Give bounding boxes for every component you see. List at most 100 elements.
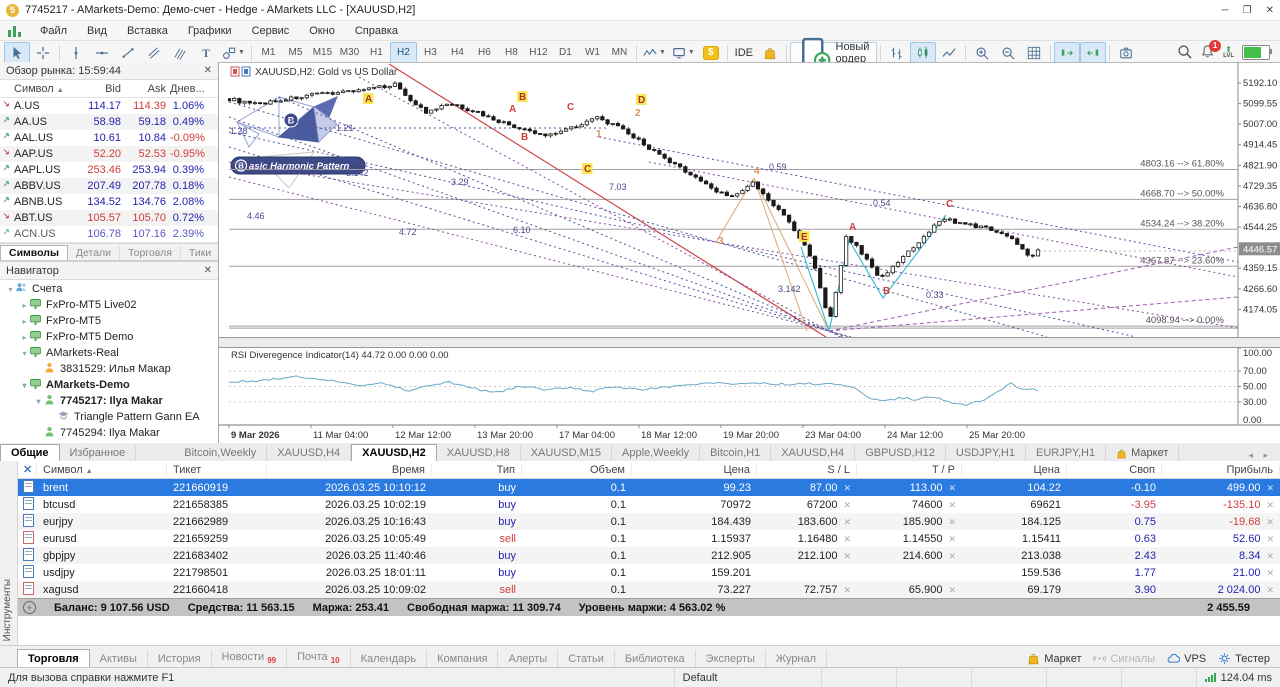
column-header-6[interactable]: S / L	[757, 463, 857, 476]
bottombar-vps-button[interactable]: VPS	[1167, 652, 1206, 665]
market-watch-row-aa.us[interactable]: AA.US 58.98 59.18 0.49%	[0, 114, 218, 130]
chart-tab-apple-weekly-5[interactable]: Apple,Weekly	[612, 445, 701, 461]
close-position-icon[interactable]: ✕	[843, 585, 851, 595]
column-header-10[interactable]: Прибыль	[1162, 463, 1280, 476]
column-header-1[interactable]: Тикет	[167, 463, 267, 476]
vline-tool-button[interactable]	[63, 42, 89, 63]
timeframe-button-d1[interactable]: D1	[552, 42, 579, 63]
column-header-5[interactable]: Цена	[632, 463, 757, 476]
timeframe-button-h2[interactable]: H2	[389, 42, 417, 63]
bottombar-тестер-button[interactable]: Тестер	[1218, 652, 1270, 665]
close-position-icon[interactable]: ✕	[843, 517, 851, 527]
toolbox-tab-новости[interactable]: Новости 99	[212, 647, 288, 667]
chart-tab-xauusd-h2-2[interactable]: XAUUSD,H2	[351, 444, 437, 461]
chart-tab-bitcoin-weekly-0[interactable]: Bitcoin,Weekly	[174, 445, 268, 461]
text-tool-button[interactable]: T	[193, 42, 219, 63]
candles-mode-button[interactable]	[910, 42, 937, 63]
toolbox-tab-алерты[interactable]: Алерты	[498, 650, 559, 667]
timeframe-button-m30[interactable]: M30	[336, 42, 363, 63]
minimize-button[interactable]: ─	[1222, 5, 1229, 16]
zoom-in-button[interactable]	[969, 42, 995, 63]
chart-template-button[interactable]: ▼	[669, 42, 698, 63]
toolbox-tab-компания[interactable]: Компания	[427, 650, 499, 667]
navigator-item[interactable]: ▾ AMarkets-Real	[0, 345, 218, 361]
toolbox-vertical-tab[interactable]: Инструменты	[0, 461, 18, 645]
close-position-icon[interactable]: ✕	[843, 483, 851, 493]
line-mode-button[interactable]	[936, 42, 962, 63]
navigator-item[interactable]: ▾ Счета	[0, 281, 218, 297]
chart-tab-xauusd-h8-3[interactable]: XAUUSD,H8	[437, 445, 521, 461]
close-position-icon[interactable]: ✕	[948, 585, 956, 595]
channel-tool-button[interactable]	[141, 42, 167, 63]
market-watch-row-aap.us[interactable]: AAP.US 52.20 52.53 -0.95%	[0, 146, 218, 162]
tree-expand-icon[interactable]: ▾	[6, 285, 15, 294]
cursor-tool-button[interactable]	[4, 42, 30, 63]
market-watch-header[interactable]: Символ ▲ Bid Ask Днев...	[0, 80, 218, 98]
timeframe-button-m15[interactable]: M15	[309, 42, 336, 63]
close-position-icon[interactable]: ✕	[843, 534, 851, 544]
auto-scroll-button[interactable]	[1080, 42, 1107, 63]
navigator-item[interactable]: ▸ FxPro-MT5	[0, 313, 218, 329]
bottombar-сигналы-button[interactable]: Сигналы	[1093, 652, 1155, 665]
zoom-out-button[interactable]	[995, 42, 1021, 63]
close-position-icon[interactable]: ✕	[1266, 500, 1274, 510]
column-header-3[interactable]: Тип	[432, 463, 522, 476]
indicators-button[interactable]: ▼	[640, 42, 669, 63]
chart-tab-gbpusd-h12-8[interactable]: GBPUSD,H12	[855, 445, 946, 461]
close-position-icon[interactable]: ✕	[843, 551, 851, 561]
market-bag-button[interactable]	[757, 42, 783, 63]
position-row-eurjpy[interactable]: eurjpy 221662989 2026.03.25 10:16:43 buy 0.1…	[17, 513, 1280, 530]
chart-tab-usdjpy-h1-9[interactable]: USDJPY,H1	[946, 445, 1026, 461]
bottombar-маркет-button[interactable]: Маркет	[1027, 652, 1081, 665]
new-order-button[interactable]: Новый ордер	[789, 37, 878, 69]
toolbox-tab-журнал[interactable]: Журнал	[766, 650, 828, 667]
navigator-item[interactable]: Triangle Pattern Gann EA	[0, 409, 218, 425]
tree-expand-icon[interactable]: ▾	[34, 397, 43, 406]
column-header-2[interactable]: Время	[267, 463, 432, 476]
column-header-7[interactable]: T / P	[857, 463, 962, 476]
toolbox-tab-календарь[interactable]: Календарь	[351, 650, 428, 667]
close-position-icon[interactable]: ✕	[1266, 517, 1274, 527]
notifications-bell-icon[interactable]: 1	[1200, 39, 1222, 62]
timeframe-button-h3[interactable]: H3	[417, 42, 444, 63]
status-profile[interactable]: Default	[675, 668, 822, 687]
close-position-icon[interactable]: ✕	[1266, 585, 1274, 595]
bars-mode-button[interactable]	[884, 42, 910, 63]
toolbox-close-icon[interactable]: ✕	[17, 463, 37, 476]
ide-button[interactable]: IDE	[731, 42, 757, 63]
tree-expand-icon[interactable]: ▸	[20, 301, 29, 310]
grid-button[interactable]	[1021, 42, 1047, 63]
depth-of-market-button[interactable]: $	[698, 42, 724, 63]
market-watch-row-aapl.us[interactable]: AAPL.US 253.46 253.94 0.39%	[0, 162, 218, 178]
hline-tool-button[interactable]	[89, 42, 115, 63]
close-position-icon[interactable]: ✕	[1266, 534, 1274, 544]
timeframe-button-h4[interactable]: H4	[444, 42, 471, 63]
toolbox-tab-история[interactable]: История	[148, 650, 212, 667]
close-position-icon[interactable]: ✕	[948, 534, 956, 544]
position-row-usdjpy[interactable]: usdjpy 221798501 2026.03.25 18:01:11 buy 0.1…	[17, 564, 1280, 581]
toolbox-tab-почта[interactable]: Почта 10	[287, 647, 351, 667]
close-button[interactable]: ✕	[1266, 5, 1274, 16]
chart-shift-button[interactable]	[1054, 42, 1081, 63]
crosshair-tool-button[interactable]	[30, 42, 56, 63]
tab-scroll-arrows[interactable]: ◂ ▸	[1248, 450, 1280, 461]
timeframe-button-h8[interactable]: H8	[498, 42, 525, 63]
position-row-eurusd[interactable]: eurusd 221659259 2026.03.25 10:05:49 sell 0.…	[17, 530, 1280, 547]
navigator-item[interactable]: 7745294: Ilya Makar	[0, 425, 218, 441]
menu-item-окно[interactable]: Окно	[299, 23, 345, 39]
tree-expand-icon[interactable]: ▾	[20, 349, 29, 358]
navigator-item[interactable]: ▸ FxPro-MT5 Live02	[0, 297, 218, 313]
toolbox-tab-библиотека[interactable]: Библиотека	[615, 650, 696, 667]
tree-expand-icon[interactable]: ▾	[20, 381, 29, 390]
toolbox-tab-торговля[interactable]: Торговля	[17, 649, 90, 667]
position-row-xagusd[interactable]: xagusd 221660418 2026.03.25 10:09:02 sell 0.…	[17, 581, 1280, 598]
navigator-item[interactable]: ▾ AMarkets-Demo	[0, 377, 218, 393]
close-position-icon[interactable]: ✕	[948, 551, 956, 561]
timeframe-button-mn[interactable]: MN	[606, 42, 633, 63]
screenshot-button[interactable]	[1113, 42, 1139, 63]
close-position-icon[interactable]: ✕	[843, 500, 851, 510]
tree-expand-icon[interactable]: ▸	[20, 333, 29, 342]
column-header-8[interactable]: Цена	[962, 463, 1067, 476]
status-connection[interactable]: 124.04 ms	[1197, 668, 1280, 687]
timeframe-button-m5[interactable]: M5	[282, 42, 309, 63]
